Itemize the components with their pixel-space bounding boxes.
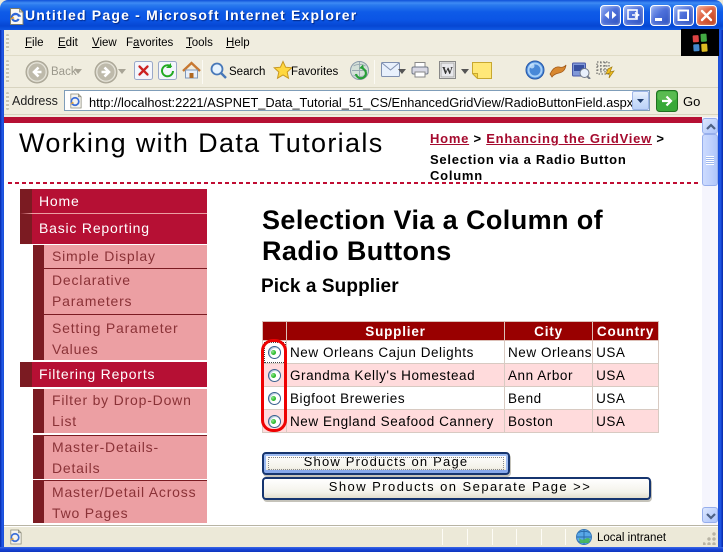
- svg-text:W: W: [442, 65, 453, 77]
- svg-text:Go: Go: [683, 94, 700, 109]
